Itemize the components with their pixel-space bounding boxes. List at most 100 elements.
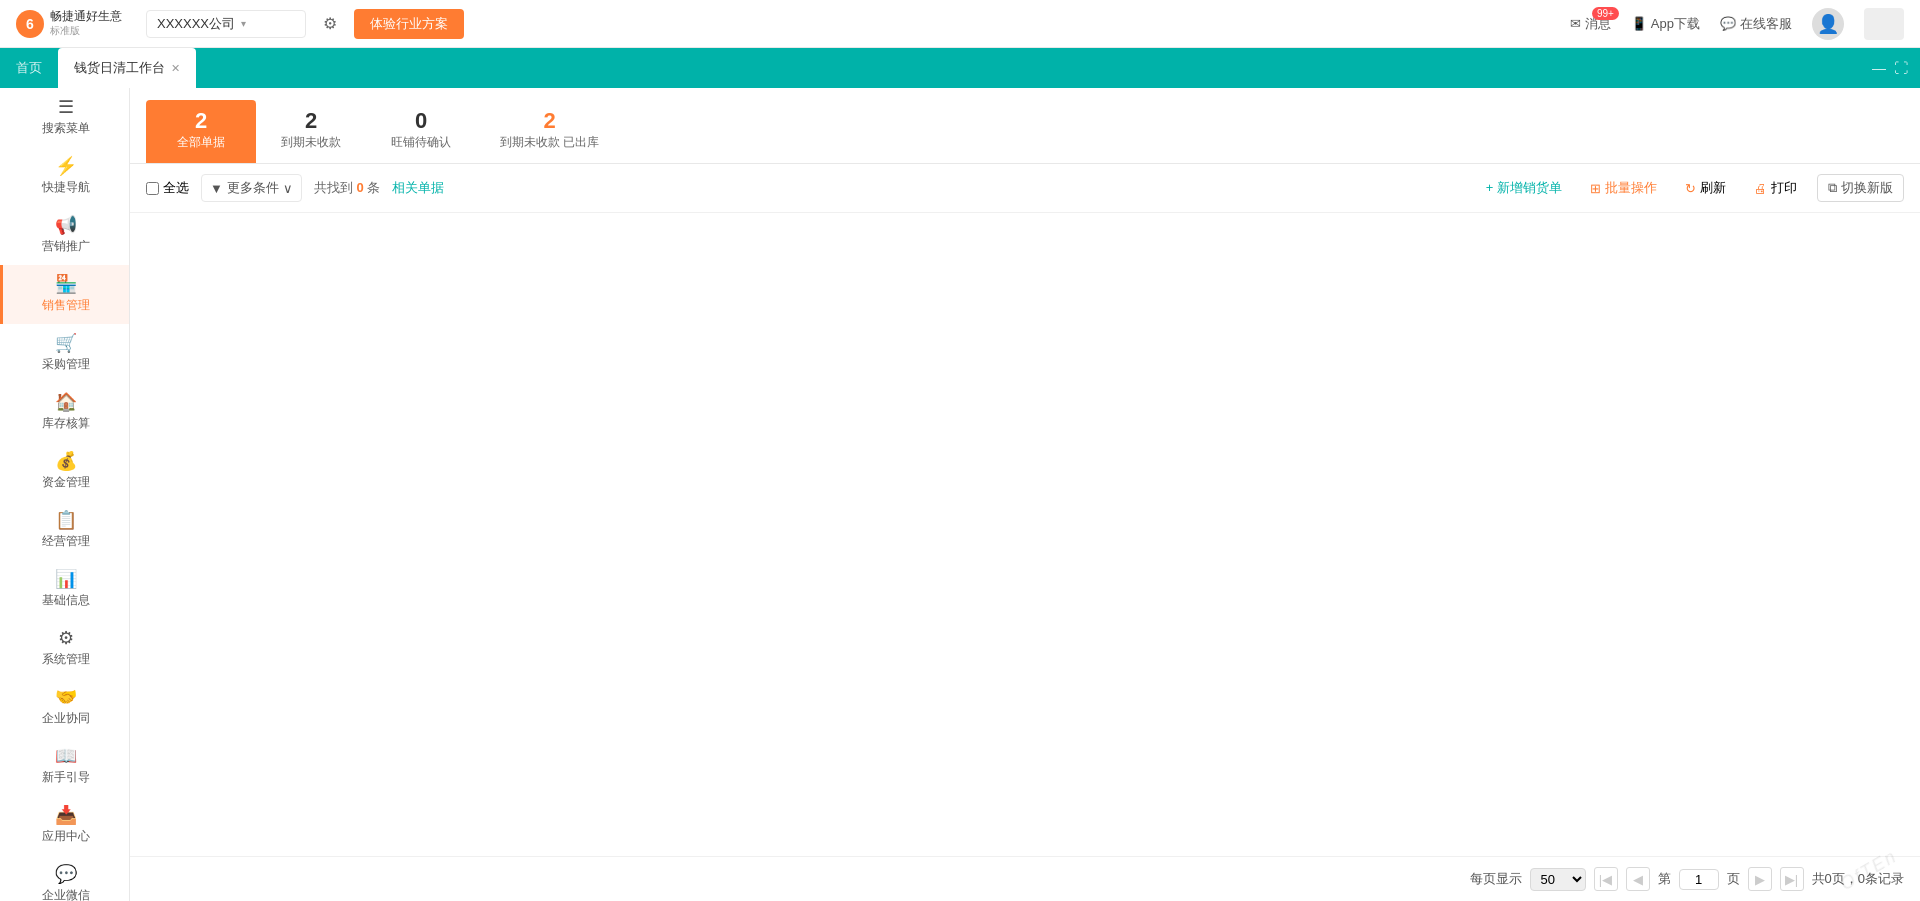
company-selector[interactable]: XXXXXX公司 ▾ <box>146 10 306 38</box>
filter-tabs: 2 全部单据 2 到期未收款 0 旺铺待确认 2 到期未收款 已出库 <box>130 88 1920 164</box>
enterprise-collab-icon: 🤝 <box>55 688 77 706</box>
sidebar-item-sales-mgmt[interactable]: 🏪 销售管理 <box>0 265 129 324</box>
sidebar-label-guide: 新手引导 <box>42 769 90 786</box>
user-icon: 👤 <box>1817 13 1839 35</box>
page-input[interactable] <box>1679 869 1719 890</box>
prev-page-btn[interactable]: ◀ <box>1626 867 1650 891</box>
sidebar-item-system-mgmt[interactable]: ⚙ 系统管理 <box>0 619 129 678</box>
related-link[interactable]: 相关单据 <box>392 179 444 197</box>
marketing-icon: 📢 <box>55 216 77 234</box>
batch-icon: ⊞ <box>1590 181 1601 196</box>
industry-btn[interactable]: 体验行业方案 <box>354 9 464 39</box>
wechat-icon: 💬 <box>55 865 77 883</box>
found-count: 0 <box>357 180 364 195</box>
sidebar-item-enterprise-collab[interactable]: 🤝 企业协同 <box>0 678 129 737</box>
overdue-label: 到期未收款 <box>281 134 341 151</box>
avatar[interactable]: 👤 <box>1812 8 1844 40</box>
finance-icon: 💰 <box>55 452 77 470</box>
switch-new-version-btn[interactable]: ⧉ 切换新版 <box>1817 174 1904 202</box>
minimize-icon[interactable]: — <box>1872 60 1886 76</box>
sidebar-label-basic-info: 基础信息 <box>42 592 90 609</box>
per-page-select[interactable]: 50 100 200 <box>1530 868 1586 891</box>
sidebar-label-marketing: 营销推广 <box>42 238 90 255</box>
select-all-checkbox[interactable]: 全选 <box>146 179 189 197</box>
top-header: 6 畅捷通好生意 标准版 XXXXXX公司 ▾ ⚙ 体验行业方案 ✉ 消息 99… <box>0 0 1920 48</box>
online-service-btn[interactable]: 💬 在线客服 <box>1720 15 1792 33</box>
app-download-btn[interactable]: 📱 App下载 <box>1631 15 1700 33</box>
sales-icon: 🏪 <box>55 275 77 293</box>
sidebar-item-quick-nav[interactable]: ⚡ 快捷导航 <box>0 147 129 206</box>
first-page-btn[interactable]: |◀ <box>1594 867 1618 891</box>
sidebar-label-purchase: 采购管理 <box>42 356 90 373</box>
found-text: 共找到 0 条 <box>314 179 380 197</box>
settings-icon[interactable]: ⚙ <box>314 8 346 40</box>
app-name: 畅捷通好生意 <box>50 9 122 25</box>
sidebar-label-app-center: 应用中心 <box>42 828 90 845</box>
filter-tab-wangpu[interactable]: 0 旺铺待确认 <box>366 100 476 163</box>
sidebar-item-purchase-mgmt[interactable]: 🛒 采购管理 <box>0 324 129 383</box>
sidebar-label-operations: 经营管理 <box>42 533 90 550</box>
sidebar-label-wechat: 企业微信 <box>42 887 90 901</box>
sidebar-item-operations[interactable]: 📋 经营管理 <box>0 501 129 560</box>
filter-tab-overdue-unshipped[interactable]: 2 到期未收款 已出库 <box>476 100 623 163</box>
sidebar-item-inventory[interactable]: 🏠 库存核算 <box>0 383 129 442</box>
download-icon: 📱 <box>1631 16 1647 31</box>
sidebar-item-finance[interactable]: 💰 资金管理 <box>0 442 129 501</box>
more-conditions-btn[interactable]: ▼ 更多条件 ∨ <box>201 174 302 202</box>
page-label: 第 <box>1658 870 1671 888</box>
total-info: 共0页，0条记录 <box>1812 870 1904 888</box>
filter-tab-overdue[interactable]: 2 到期未收款 <box>256 100 366 163</box>
select-all-label: 全选 <box>163 179 189 197</box>
content-area: 2 全部单据 2 到期未收款 0 旺铺待确认 2 到期未收款 已出库 <box>130 88 1920 901</box>
system-icon: ⚙ <box>58 629 74 647</box>
filter-tab-all[interactable]: 2 全部单据 <box>146 100 256 163</box>
app-center-icon: 📥 <box>55 806 77 824</box>
select-all-input[interactable] <box>146 182 159 195</box>
filter-icon: ▼ <box>210 181 223 196</box>
search-menu-icon: ☰ <box>58 98 74 116</box>
sidebar-item-search-menu[interactable]: ☰ 搜索菜单 <box>0 88 129 147</box>
per-page-label: 每页显示 <box>1470 870 1522 888</box>
sidebar-item-enterprise-wechat[interactable]: 💬 企业微信 <box>0 855 129 901</box>
user-name-area <box>1864 8 1904 40</box>
sidebar-item-beginner-guide[interactable]: 📖 新手引导 <box>0 737 129 796</box>
service-icon: 💬 <box>1720 16 1736 31</box>
overdue-count: 2 <box>305 108 317 134</box>
sidebar-label-quick-nav: 快捷导航 <box>42 179 90 196</box>
table-area <box>130 213 1920 856</box>
all-count: 2 <box>195 108 207 134</box>
toolbar-left: 全选 ▼ 更多条件 ∨ 共找到 0 条 相关单据 <box>146 174 1466 202</box>
sidebar-label-system: 系统管理 <box>42 651 90 668</box>
sidebar-item-app-center[interactable]: 📥 应用中心 <box>0 796 129 855</box>
tab-home[interactable]: 首页 <box>0 48 58 88</box>
nav-tab-actions: — ⛶ <box>1872 60 1920 76</box>
logo-icon: 6 <box>16 10 44 38</box>
refresh-btn[interactable]: ↻ 刷新 <box>1677 175 1734 201</box>
tab-daily-work[interactable]: 钱货日清工作台 ✕ <box>58 48 196 88</box>
basic-info-icon: 📊 <box>55 570 77 588</box>
print-btn[interactable]: 🖨 打印 <box>1746 175 1805 201</box>
header-right: ✉ 消息 99+ 📱 App下载 💬 在线客服 👤 <box>1570 8 1904 40</box>
add-sales-btn[interactable]: + 新增销货单 <box>1478 175 1570 201</box>
sidebar-label-finance: 资金管理 <box>42 474 90 491</box>
message-badge: 99+ <box>1592 7 1619 20</box>
wangpu-count: 0 <box>415 108 427 134</box>
all-label: 全部单据 <box>177 134 225 151</box>
batch-ops-btn[interactable]: ⊞ 批量操作 <box>1582 175 1665 201</box>
purchase-icon: 🛒 <box>55 334 77 352</box>
sidebar-label-sales: 销售管理 <box>42 297 90 314</box>
sidebar-item-basic-info[interactable]: 📊 基础信息 <box>0 560 129 619</box>
close-tab-icon[interactable]: ✕ <box>171 62 180 75</box>
maximize-icon[interactable]: ⛶ <box>1894 60 1908 76</box>
sidebar-label-inventory: 库存核算 <box>42 415 90 432</box>
operations-icon: 📋 <box>55 511 77 529</box>
next-page-btn[interactable]: ▶ <box>1748 867 1772 891</box>
print-icon: 🖨 <box>1754 181 1767 196</box>
company-name: XXXXXX公司 <box>157 15 235 33</box>
last-page-btn[interactable]: ▶| <box>1780 867 1804 891</box>
inventory-icon: 🏠 <box>55 393 77 411</box>
message-btn[interactable]: ✉ 消息 99+ <box>1570 15 1611 33</box>
switch-icon: ⧉ <box>1828 180 1837 196</box>
refresh-icon: ↻ <box>1685 181 1696 196</box>
sidebar-item-marketing[interactable]: 📢 营销推广 <box>0 206 129 265</box>
